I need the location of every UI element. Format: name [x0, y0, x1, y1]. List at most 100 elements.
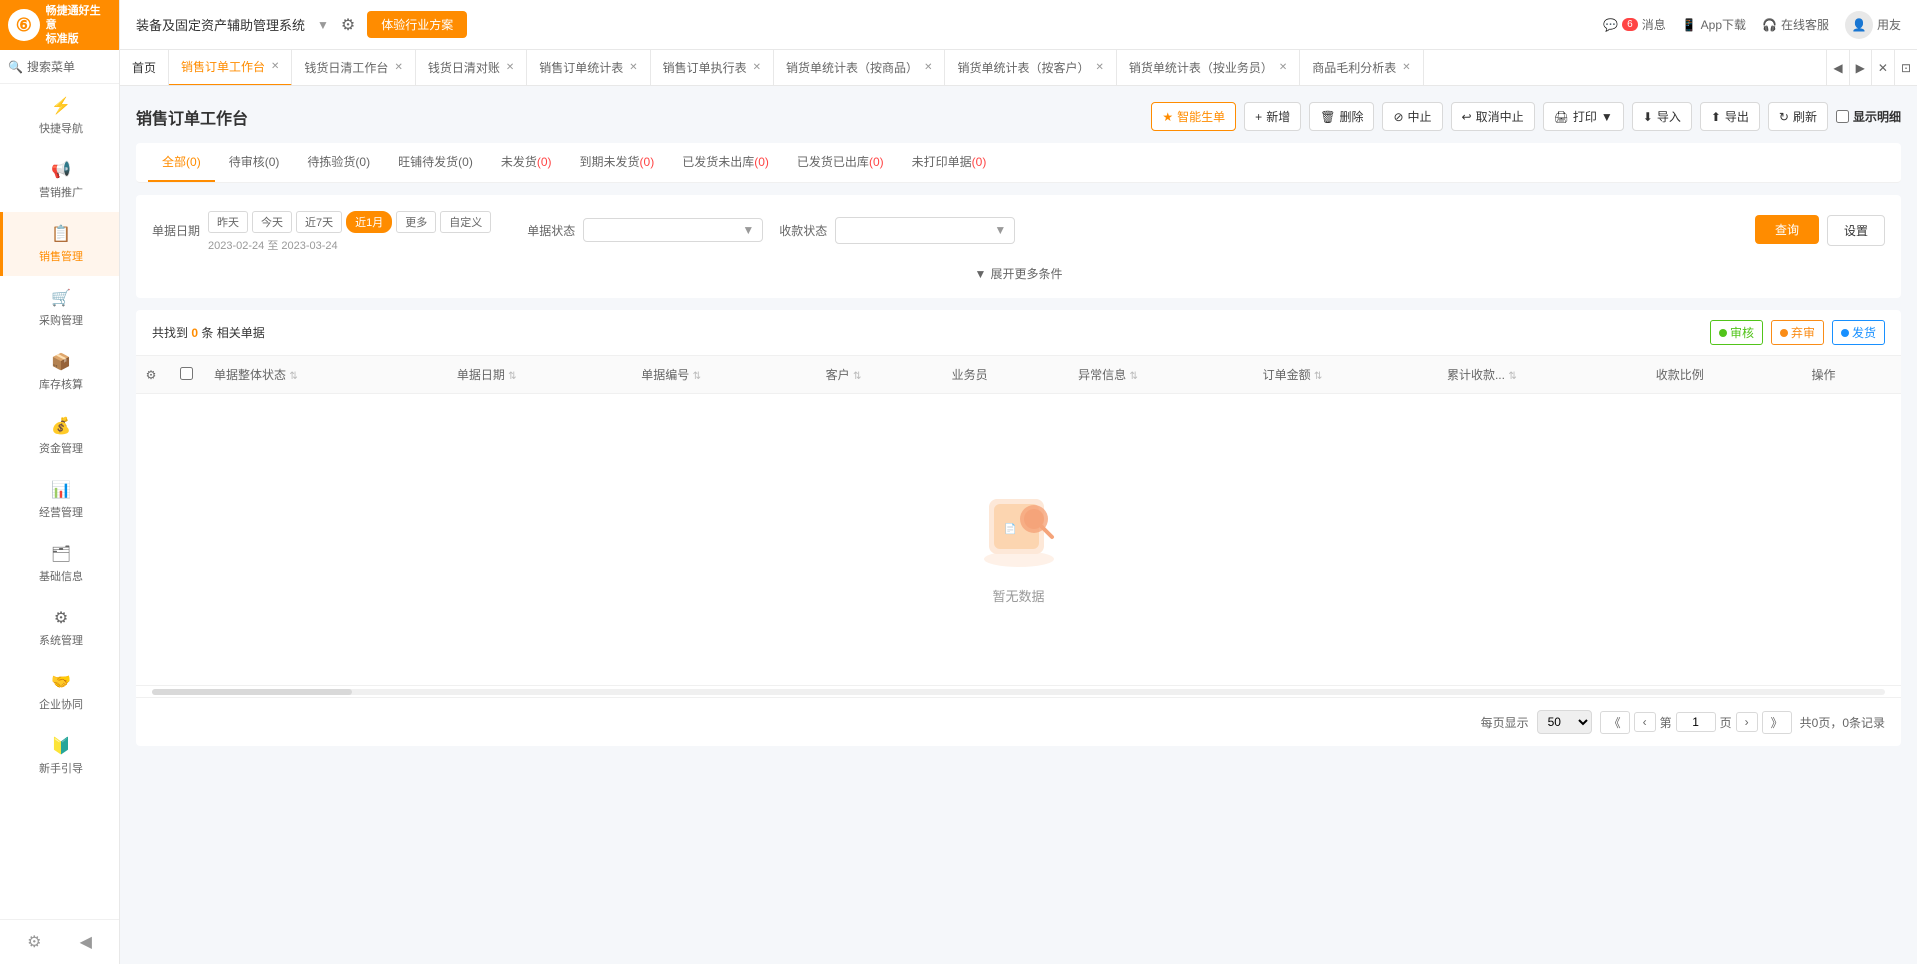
- sidebar-item-system[interactable]: ⚙ 系统管理: [0, 596, 119, 660]
- sidebar-item-guide[interactable]: 🔰 新手引导: [0, 724, 119, 788]
- tab-home[interactable]: 首页: [120, 50, 169, 86]
- sidebar-item-quick-nav[interactable]: ⚡ 快捷导航: [0, 84, 119, 148]
- col-settings[interactable]: ⚙: [136, 356, 166, 394]
- gear-icon[interactable]: ⚙: [341, 15, 355, 35]
- date-btn-custom[interactable]: 自定义: [440, 211, 491, 233]
- sort-icon[interactable]: ⇅: [289, 371, 297, 382]
- tab-profit-analysis[interactable]: 商品毛利分析表 ✕: [1300, 50, 1423, 86]
- horizontal-scrollbar[interactable]: [136, 685, 1901, 697]
- filter-tab-pending-review[interactable]: 待审核(0): [215, 143, 294, 182]
- dropdown-arrow-icon[interactable]: ▼: [317, 18, 329, 32]
- filter-tab-overdue[interactable]: 到期未发货(0): [566, 143, 669, 182]
- show-detail-input[interactable]: [1836, 110, 1849, 123]
- close-tab-icon[interactable]: ✕: [753, 62, 761, 73]
- prev-page-btn[interactable]: ‹: [1634, 712, 1656, 732]
- next-page-btn[interactable]: ›: [1736, 712, 1758, 732]
- sort-icon[interactable]: ⇅: [1130, 371, 1138, 382]
- print-btn[interactable]: 🖨 打印 ▼: [1543, 102, 1624, 131]
- payment-select[interactable]: ▼: [835, 217, 1015, 244]
- sidebar-item-enterprise[interactable]: 🤝 企业协同: [0, 660, 119, 724]
- sidebar-item-sales[interactable]: 📋 销售管理: [0, 212, 119, 276]
- user-menu[interactable]: 👤 用友: [1845, 11, 1901, 39]
- sort-icon[interactable]: ⇅: [693, 371, 701, 382]
- status-select[interactable]: ▼: [583, 218, 763, 242]
- date-btn-7days[interactable]: 近7天: [296, 211, 342, 233]
- industry-btn[interactable]: 体验行业方案: [367, 11, 467, 38]
- tab-sales-stats[interactable]: 销售订单统计表 ✕: [527, 50, 650, 86]
- collapse-btn[interactable]: ◀: [76, 928, 96, 956]
- close-tab-icon[interactable]: ✕: [629, 62, 637, 73]
- sort-icon[interactable]: ⇅: [853, 371, 861, 382]
- filter-tab-shipped-not-out[interactable]: 已发货未出库(0): [668, 143, 783, 182]
- date-btn-today[interactable]: 今天: [252, 211, 292, 233]
- sidebar-bottom: ⚙ ◀: [0, 919, 119, 964]
- export-btn[interactable]: ⬆ 导出: [1700, 102, 1760, 131]
- stop-btn[interactable]: ⊘ 中止: [1382, 102, 1442, 131]
- tabs-prev-btn[interactable]: ◀: [1826, 50, 1848, 86]
- close-tab-icon[interactable]: ✕: [506, 62, 514, 73]
- sidebar-search[interactable]: 🔍 搜索菜单: [0, 50, 119, 84]
- sort-icon[interactable]: ⇅: [1314, 371, 1322, 382]
- online-service-btn[interactable]: 🎧 在线客服: [1762, 16, 1829, 33]
- sidebar-item-inventory[interactable]: 📦 库存核算: [0, 340, 119, 404]
- tab-sales-workbench[interactable]: 销售订单工作台 ✕: [169, 50, 292, 86]
- filter-tab-all[interactable]: 全部(0): [148, 143, 215, 182]
- date-btn-yesterday[interactable]: 昨天: [208, 211, 248, 233]
- batch-unreview-btn[interactable]: 弃审: [1771, 320, 1824, 345]
- sidebar-item-finance[interactable]: 💰 资金管理: [0, 404, 119, 468]
- add-btn[interactable]: + 新增: [1244, 102, 1301, 131]
- page-input[interactable]: [1676, 712, 1716, 732]
- close-tab-icon[interactable]: ✕: [924, 62, 932, 73]
- app-download-btn[interactable]: 📱 App下载: [1682, 16, 1746, 33]
- filter-tab-not-shipped[interactable]: 未发货(0): [487, 143, 566, 182]
- filter-tab-shipped-out[interactable]: 已发货已出库(0): [783, 143, 898, 182]
- filter-tab-pending-inspect[interactable]: 待拣验货(0): [293, 143, 384, 182]
- query-btn[interactable]: 查询: [1755, 215, 1819, 244]
- expand-more-btn[interactable]: ▼ 展开更多条件: [152, 261, 1885, 286]
- sidebar-item-basic[interactable]: 🗂 基础信息: [0, 532, 119, 596]
- refresh-btn[interactable]: ↻ 刷新: [1768, 102, 1828, 131]
- table-count: 共找到 0 条 相关单据: [152, 324, 265, 341]
- tabs-expand-btn[interactable]: ⊡: [1894, 50, 1917, 86]
- close-tab-icon[interactable]: ✕: [394, 62, 402, 73]
- scrollbar-thumb[interactable]: [152, 689, 352, 695]
- sidebar-item-marketing[interactable]: 📢 营销推广: [0, 148, 119, 212]
- date-btn-more[interactable]: 更多: [396, 211, 436, 233]
- smart-generate-btn[interactable]: ★ 智能生单: [1151, 102, 1236, 131]
- page-size-select[interactable]: 50 20 100: [1537, 710, 1592, 734]
- import-btn[interactable]: ⬇ 导入: [1632, 102, 1692, 131]
- tab-sales-summary-customer[interactable]: 销货单统计表（按客户） ✕: [945, 50, 1116, 86]
- tab-sales-summary-staff[interactable]: 销货单统计表（按业务员） ✕: [1117, 50, 1300, 86]
- tabs-close-btn[interactable]: ✕: [1871, 50, 1894, 86]
- page-nav: 《 ‹ 第 页 › 》: [1600, 711, 1792, 734]
- sort-icon[interactable]: ⇅: [1508, 371, 1516, 382]
- settings-bottom-btn[interactable]: ⚙: [23, 928, 45, 956]
- sidebar-item-operation[interactable]: 📊 经营管理: [0, 468, 119, 532]
- col-date: 单据日期 ⇅: [449, 356, 633, 394]
- filter-tab-not-printed[interactable]: 未打印单据(0): [898, 143, 1001, 182]
- select-all-checkbox[interactable]: [180, 367, 193, 380]
- tab-sales-summary-product[interactable]: 销货单统计表（按商品） ✕: [774, 50, 945, 86]
- messages-btn[interactable]: 💬 6 消息: [1603, 16, 1666, 33]
- tab-sales-exec[interactable]: 销售订单执行表 ✕: [651, 50, 774, 86]
- close-tab-icon[interactable]: ✕: [1095, 62, 1103, 73]
- show-detail-checkbox[interactable]: 显示明细: [1836, 108, 1901, 125]
- date-btn-1month[interactable]: 近1月: [346, 211, 392, 233]
- batch-review-btn[interactable]: 审核: [1710, 320, 1763, 345]
- tab-cash-daily[interactable]: 钱货日清工作台 ✕: [292, 50, 415, 86]
- sort-icon[interactable]: ⇅: [508, 371, 516, 382]
- col-checkbox[interactable]: [166, 356, 206, 394]
- set-btn[interactable]: 设置: [1827, 215, 1885, 246]
- sidebar-item-purchase[interactable]: 🛒 采购管理: [0, 276, 119, 340]
- delete-btn[interactable]: 🗑 删除: [1309, 102, 1374, 131]
- last-page-btn[interactable]: 》: [1762, 711, 1792, 734]
- tab-cash-reconcile[interactable]: 钱货日清对账 ✕: [416, 50, 527, 86]
- tabs-next-btn[interactable]: ▶: [1849, 50, 1871, 86]
- first-page-btn[interactable]: 《: [1600, 711, 1630, 734]
- cancel-stop-btn[interactable]: ↩ 取消中止: [1451, 102, 1535, 131]
- batch-ship-btn[interactable]: 发货: [1832, 320, 1885, 345]
- close-tab-icon[interactable]: ✕: [1402, 62, 1410, 73]
- close-tab-icon[interactable]: ✕: [271, 61, 279, 72]
- filter-tab-wangpu[interactable]: 旺铺待发货(0): [384, 143, 487, 182]
- close-tab-icon[interactable]: ✕: [1279, 62, 1287, 73]
